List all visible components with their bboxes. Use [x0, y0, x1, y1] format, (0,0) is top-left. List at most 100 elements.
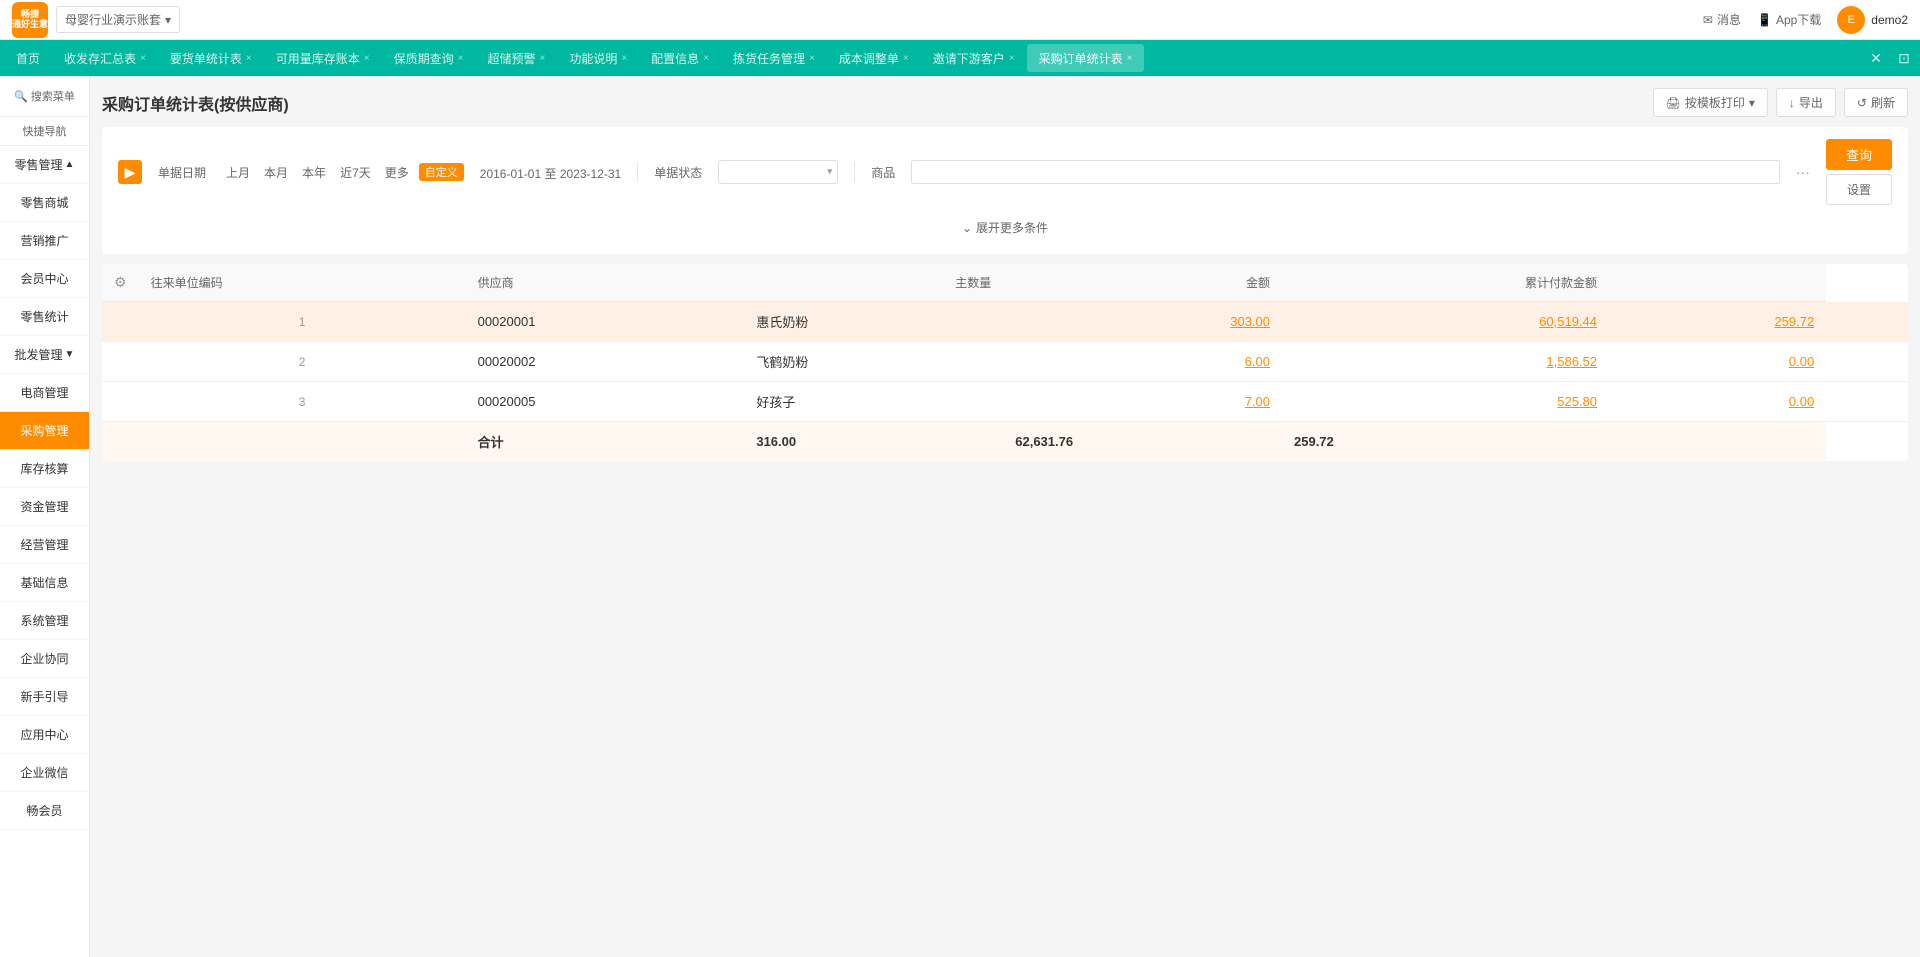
shortcut-this-year[interactable]: 本年	[298, 162, 330, 183]
nav-maximize-btn[interactable]: ⊡	[1892, 46, 1916, 70]
tab-invite[interactable]: 邀请下游客户 ×	[921, 44, 1027, 72]
template-print-button[interactable]: 🖨 按模板打印 ▾	[1653, 88, 1768, 117]
sidebar-item-basic-label: 基础信息	[20, 576, 68, 590]
sidebar-item-enterprise-wechat[interactable]: 企业微信	[0, 754, 89, 792]
table-row[interactable]: 1 00020001 惠氏奶粉 303.00 60,519.44 259.72	[102, 302, 1908, 342]
sidebar-item-purchase[interactable]: 采购管理	[0, 412, 89, 450]
sidebar-item-retail-label: 零售管理	[15, 156, 63, 173]
app-logo: 畅捷通好生意	[12, 2, 48, 38]
tab-overstock-close[interactable]: ×	[539, 53, 545, 64]
nav-close-btn[interactable]: ✕	[1864, 46, 1888, 70]
sidebar-item-vip-label: 畅会员	[26, 804, 62, 818]
shortcut-more[interactable]: 更多	[381, 162, 413, 183]
tab-expiry[interactable]: 保质期查询 ×	[382, 44, 476, 72]
col-quantity-header: 主数量	[744, 264, 1003, 302]
quick-nav-btn[interactable]: 快捷导航	[0, 117, 89, 146]
app-download-icon: 📱	[1757, 13, 1772, 27]
tab-order-stats[interactable]: 要货单统计表 ×	[158, 44, 264, 72]
sidebar-item-member-label: 会员中心	[20, 272, 68, 286]
search-menu-btn[interactable]: 🔍 搜索菜单	[6, 84, 83, 108]
row-num: 1	[139, 302, 466, 342]
status-select[interactable]	[718, 160, 838, 184]
refresh-button[interactable]: ↺ 刷新	[1844, 88, 1908, 117]
search-menu-label: 搜索菜单	[31, 88, 75, 104]
tab-receive-close[interactable]: ×	[140, 53, 146, 64]
tab-function-label: 功能说明	[569, 50, 617, 67]
table-footer-row: 合计 316.00 62,631.76 259.72	[102, 422, 1908, 462]
sidebar-item-marketing-label: 营销推广	[20, 234, 68, 248]
sidebar-item-inventory-label: 库存核算	[20, 462, 68, 476]
status-select-wrapper	[718, 160, 838, 184]
tab-purchase-stats[interactable]: 采购订单统计表 ×	[1027, 44, 1145, 72]
sidebar-item-app-center[interactable]: 应用中心	[0, 716, 89, 754]
expand-more-section: ⌄ 展开更多条件	[118, 213, 1892, 242]
tab-pick-task[interactable]: 拣货任务管理 ×	[721, 44, 827, 72]
shortcut-this-month[interactable]: 本月	[260, 162, 292, 183]
message-label: 消息	[1717, 11, 1741, 28]
tab-purchase-stats-close[interactable]: ×	[1127, 53, 1133, 64]
sidebar-item-newbie[interactable]: 新手引导	[0, 678, 89, 716]
printer-icon: 🖨	[1666, 96, 1681, 110]
sidebar-item-retail[interactable]: 零售管理 ▲	[0, 146, 89, 184]
tab-function-close[interactable]: ×	[621, 53, 627, 64]
tab-stock-book-close[interactable]: ×	[364, 53, 370, 64]
date-range-section: 2016-01-01 至 2023-12-31	[480, 163, 621, 182]
shortcut-last-month[interactable]: 上月	[222, 162, 254, 183]
main-content: 采购订单统计表(按供应商) 🖨 按模板打印 ▾ ↓ 导出 ↺ 刷新	[90, 76, 1920, 957]
export-button[interactable]: ↓ 导出	[1776, 88, 1836, 117]
tab-cost-adjust-close[interactable]: ×	[903, 53, 909, 64]
sidebar-item-enterprise[interactable]: 企业协同	[0, 640, 89, 678]
sidebar-item-member[interactable]: 会员中心	[0, 260, 89, 298]
filter-row: ▶ 单据日期 上月 本月 本年 近7天 更多 自定义 2016-01-01 至 …	[118, 139, 1892, 205]
col-amount-header: 金额	[1003, 264, 1282, 302]
tab-overstock[interactable]: 超储预警 ×	[475, 44, 557, 72]
sidebar-item-ecommerce[interactable]: 电商管理	[0, 374, 89, 412]
chevron-down-icon: ⌄	[962, 221, 972, 235]
shortcut-7days[interactable]: 近7天	[336, 162, 375, 183]
table-row[interactable]: 3 00020005 好孩子 7.00 525.80 0.00	[102, 382, 1908, 422]
tab-purchase-stats-label: 采购订单统计表	[1039, 50, 1123, 67]
tab-cost-adjust-label: 成本调整单	[839, 50, 899, 67]
row-supplier: 惠氏奶粉	[744, 302, 1003, 342]
tab-config[interactable]: 配置信息 ×	[639, 44, 721, 72]
table-row[interactable]: 2 00020002 飞鹤奶粉 6.00 1,586.52 0.00	[102, 342, 1908, 382]
query-button[interactable]: 查询	[1826, 139, 1892, 170]
tab-invite-close[interactable]: ×	[1009, 53, 1015, 64]
row-amount: 525.80	[1282, 382, 1609, 422]
app-download-action[interactable]: 📱 App下载	[1757, 11, 1821, 28]
sidebar-item-enterprise-label: 企业协同	[20, 652, 68, 666]
sidebar-item-vip[interactable]: 畅会员	[0, 792, 89, 830]
tab-function[interactable]: 功能说明 ×	[557, 44, 639, 72]
tab-expiry-close[interactable]: ×	[458, 53, 464, 64]
sidebar-item-operation[interactable]: 经营管理	[0, 526, 89, 564]
tab-cost-adjust[interactable]: 成本调整单 ×	[827, 44, 921, 72]
sidebar-item-marketing[interactable]: 营销推广	[0, 222, 89, 260]
tab-home[interactable]: 首页	[4, 44, 52, 72]
filter-toggle-btn[interactable]: ▶	[118, 160, 142, 184]
tab-stock-book[interactable]: 可用量库存账本 ×	[264, 44, 382, 72]
expand-more-btn[interactable]: ⌄ 展开更多条件	[956, 213, 1054, 242]
col-supplier-header: 供应商	[466, 264, 745, 302]
goods-more-btn[interactable]: ···	[1796, 164, 1810, 180]
top-bar-left: 畅捷通好生意 母婴行业演示账套 ▾	[12, 2, 180, 38]
sidebar-item-wholesale[interactable]: 批发管理 ▼	[0, 336, 89, 374]
tab-order-stats-close[interactable]: ×	[246, 53, 252, 64]
main-layout: 🔍 搜索菜单 快捷导航 零售管理 ▲ 零售商城 营销推广 会员中心 零售统计 批…	[0, 76, 1920, 957]
tab-pick-task-close[interactable]: ×	[809, 53, 815, 64]
sidebar-item-basic[interactable]: 基础信息	[0, 564, 89, 602]
settings-button[interactable]: 设置	[1826, 174, 1892, 205]
sidebar-item-retail-stats[interactable]: 零售统计	[0, 298, 89, 336]
sidebar-item-finance-label: 资金管理	[20, 500, 68, 514]
sidebar-item-finance[interactable]: 资金管理	[0, 488, 89, 526]
goods-input[interactable]	[911, 160, 1780, 184]
column-settings-icon[interactable]: ⚙	[114, 274, 127, 290]
sidebar-item-retail-mall[interactable]: 零售商城	[0, 184, 89, 222]
sidebar-item-system[interactable]: 系统管理	[0, 602, 89, 640]
sidebar-item-inventory[interactable]: 库存核算	[0, 450, 89, 488]
custom-date-badge[interactable]: 自定义	[419, 163, 464, 181]
workspace-selector[interactable]: 母婴行业演示账套 ▾	[56, 6, 180, 33]
message-action[interactable]: ✉ 消息	[1703, 11, 1741, 28]
tab-receive[interactable]: 收发存汇总表 ×	[52, 44, 158, 72]
tab-config-close[interactable]: ×	[703, 53, 709, 64]
row-supplier: 好孩子	[744, 382, 1003, 422]
